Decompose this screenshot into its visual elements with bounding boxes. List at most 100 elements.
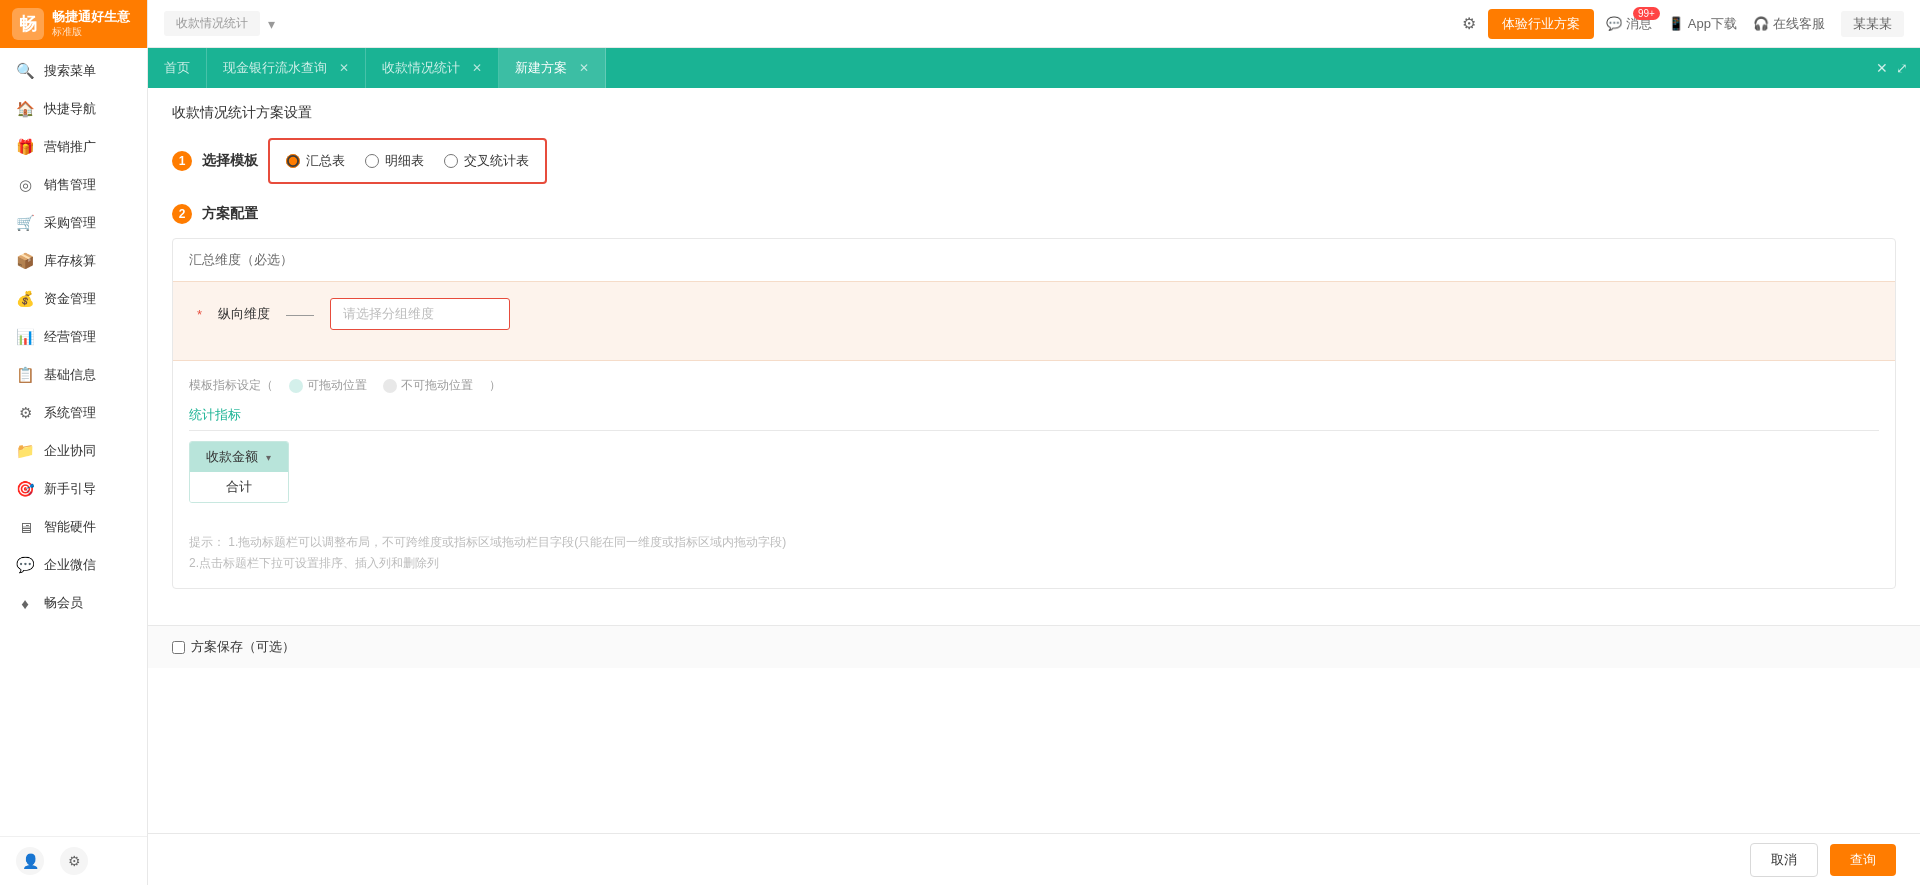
tab-bank-flow[interactable]: 现金银行流水查询 ✕ xyxy=(207,48,366,88)
box-icon: 📦 xyxy=(16,252,34,270)
header-right: 💬 消息 99+ 📱 App下载 🎧 在线客服 某某某 xyxy=(1606,11,1904,37)
tab-new-plan[interactable]: 新建方案 ✕ xyxy=(499,48,606,88)
tab-bank-flow-label: 现金银行流水查询 xyxy=(223,59,327,77)
radio-summary-input[interactable] xyxy=(286,154,300,168)
maximize-icon[interactable]: ⤢ xyxy=(1896,60,1908,76)
page-title: 收款情况统计方案设置 xyxy=(172,104,1896,122)
diamond-icon: ♦ xyxy=(16,594,34,612)
sidebar-item-label: 智能硬件 xyxy=(44,518,96,536)
circle-icon: ◎ xyxy=(16,176,34,194)
message-button[interactable]: 💬 消息 99+ xyxy=(1606,15,1652,33)
chevron-down-icon: ▾ xyxy=(268,16,275,32)
cancel-button[interactable]: 取消 xyxy=(1750,843,1818,877)
content-area: 收款情况统计方案设置 1 选择模板 汇总表 xyxy=(148,88,1920,833)
search-icon: 🔍 xyxy=(16,62,34,80)
step1-header: 1 选择模板 汇总表 明细表 xyxy=(172,138,1896,184)
dimension-selector[interactable]: 请选择分组维度 xyxy=(330,298,510,330)
user-info[interactable]: 某某某 xyxy=(1841,11,1904,37)
sidebar-item-label: 采购管理 xyxy=(44,214,96,232)
clipboard-icon: 📋 xyxy=(16,366,34,384)
sidebar-item-member[interactable]: ♦ 畅会员 xyxy=(0,584,147,622)
indicators-section: 模板指标设定（ 可拖动位置 不可拖动位置 ） xyxy=(173,361,1895,522)
sidebar-item-hardware[interactable]: 🖥 智能硬件 xyxy=(0,508,147,546)
breadcrumb: 收款情况统计 ▾ xyxy=(164,11,1450,36)
radio-summary-label: 汇总表 xyxy=(306,152,345,170)
settings-icon[interactable]: ⚙ xyxy=(60,847,88,875)
sidebar-item-search-menu[interactable]: 🔍 搜索菜单 xyxy=(0,52,147,90)
breadcrumb-text: 收款情况统计 xyxy=(164,11,260,36)
sidebar-item-marketing[interactable]: 🎁 营销推广 xyxy=(0,128,147,166)
chart-icon: 📊 xyxy=(16,328,34,346)
config-area: 汇总维度（必选） * 纵向维度 —— 请选择分组维度 xyxy=(172,238,1896,589)
radio-detail[interactable]: 明细表 xyxy=(365,152,424,170)
sidebar-item-label: 资金管理 xyxy=(44,290,96,308)
nondraggable-hint: 不可拖动位置 xyxy=(383,377,473,394)
radio-summary[interactable]: 汇总表 xyxy=(286,152,345,170)
page-content: 收款情况统计方案设置 1 选择模板 汇总表 xyxy=(148,88,1920,625)
step1-title: 选择模板 xyxy=(202,152,258,170)
sidebar-item-operations[interactable]: 📊 经营管理 xyxy=(0,318,147,356)
tab-new-plan-label: 新建方案 xyxy=(515,59,567,77)
sidebar-item-guide[interactable]: 🎯 新手引导 xyxy=(0,470,147,508)
tab-close-icon[interactable]: ✕ xyxy=(339,61,349,75)
sidebar-item-label: 企业协同 xyxy=(44,442,96,460)
app-download-label: App下载 xyxy=(1688,15,1737,33)
sidebar-item-purchase[interactable]: 🛒 采购管理 xyxy=(0,204,147,242)
dimension-row: * 纵向维度 —— 请选择分组维度 xyxy=(197,298,1871,330)
chat-icon: 💬 xyxy=(16,556,34,574)
monitor-icon: 🖥 xyxy=(16,518,34,536)
sidebar-item-enterprise[interactable]: 📁 企业协同 xyxy=(0,432,147,470)
user-avatar[interactable]: 👤 xyxy=(16,847,44,875)
settings-gear-icon[interactable]: ⚙ xyxy=(1462,14,1476,33)
tab-close-icon[interactable]: ✕ xyxy=(472,61,482,75)
tab-collection-stats[interactable]: 收款情况统计 ✕ xyxy=(366,48,499,88)
page-footer: 方案保存（可选） xyxy=(148,625,1920,668)
sidebar-item-label: 搜索菜单 xyxy=(44,62,96,80)
sidebar-item-quick-nav[interactable]: 🏠 快捷导航 xyxy=(0,90,147,128)
sidebar-item-sales[interactable]: ◎ 销售管理 xyxy=(0,166,147,204)
tabs-spacer xyxy=(606,48,1864,88)
radio-cross-input[interactable] xyxy=(444,154,458,168)
money-icon: 💰 xyxy=(16,290,34,308)
radio-cross[interactable]: 交叉统计表 xyxy=(444,152,529,170)
close-window-icon[interactable]: ✕ xyxy=(1876,60,1888,76)
sidebar-item-finance[interactable]: 💰 资金管理 xyxy=(0,280,147,318)
nondraggable-label: 不可拖动位置 xyxy=(401,377,473,394)
indicators-label: 统计指标 xyxy=(189,406,1879,431)
sidebar-item-inventory[interactable]: 📦 库存核算 xyxy=(0,242,147,280)
template-options: 汇总表 明细表 交叉统计表 xyxy=(268,138,547,184)
cart-icon: 🛒 xyxy=(16,214,34,232)
dimension-label: 汇总维度（必选） xyxy=(173,239,1895,269)
trial-button[interactable]: 体验行业方案 xyxy=(1488,9,1594,39)
sidebar-nav: 🔍 搜索菜单 🏠 快捷导航 🎁 营销推广 ◎ 销售管理 🛒 采购管理 📦 库存核… xyxy=(0,48,147,836)
radio-detail-input[interactable] xyxy=(365,154,379,168)
sidebar-item-label: 库存核算 xyxy=(44,252,96,270)
logo-icon: 畅 xyxy=(12,8,44,40)
headset-icon: 🎧 xyxy=(1753,16,1769,31)
step2-header: 2 方案配置 xyxy=(172,204,1896,224)
indicator-card[interactable]: 收款金额 ▾ 合计 xyxy=(189,441,289,503)
online-support-button[interactable]: 🎧 在线客服 xyxy=(1753,15,1825,33)
sidebar-item-system[interactable]: ⚙ 系统管理 xyxy=(0,394,147,432)
tab-home[interactable]: 首页 xyxy=(148,48,207,88)
message-icon: 💬 xyxy=(1606,16,1622,31)
save-label: 方案保存（可选） xyxy=(191,638,295,656)
query-button[interactable]: 查询 xyxy=(1830,844,1896,876)
save-option[interactable]: 方案保存（可选） xyxy=(172,638,1896,656)
bottom-bar: 取消 查询 xyxy=(148,833,1920,885)
draggable-dot xyxy=(289,379,303,393)
message-badge: 99+ xyxy=(1633,7,1660,20)
required-marker: * xyxy=(197,307,202,322)
tab-close-icon[interactable]: ✕ xyxy=(579,61,589,75)
indicator-card-header: 收款金额 ▾ xyxy=(190,442,288,472)
app-download-button[interactable]: 📱 App下载 xyxy=(1668,15,1737,33)
draggable-label: 可拖动位置 xyxy=(307,377,367,394)
step2-title: 方案配置 xyxy=(202,205,258,223)
dimension-arrow: —— xyxy=(286,306,314,322)
save-checkbox[interactable] xyxy=(172,641,185,654)
sidebar-item-basic-info[interactable]: 📋 基础信息 xyxy=(0,356,147,394)
radio-detail-label: 明细表 xyxy=(385,152,424,170)
sidebar-item-label: 经营管理 xyxy=(44,328,96,346)
sidebar-item-wechat[interactable]: 💬 企业微信 xyxy=(0,546,147,584)
sidebar: 畅 畅捷通好生意 标准版 🔍 搜索菜单 🏠 快捷导航 🎁 营销推广 ◎ 销售管理… xyxy=(0,0,148,885)
